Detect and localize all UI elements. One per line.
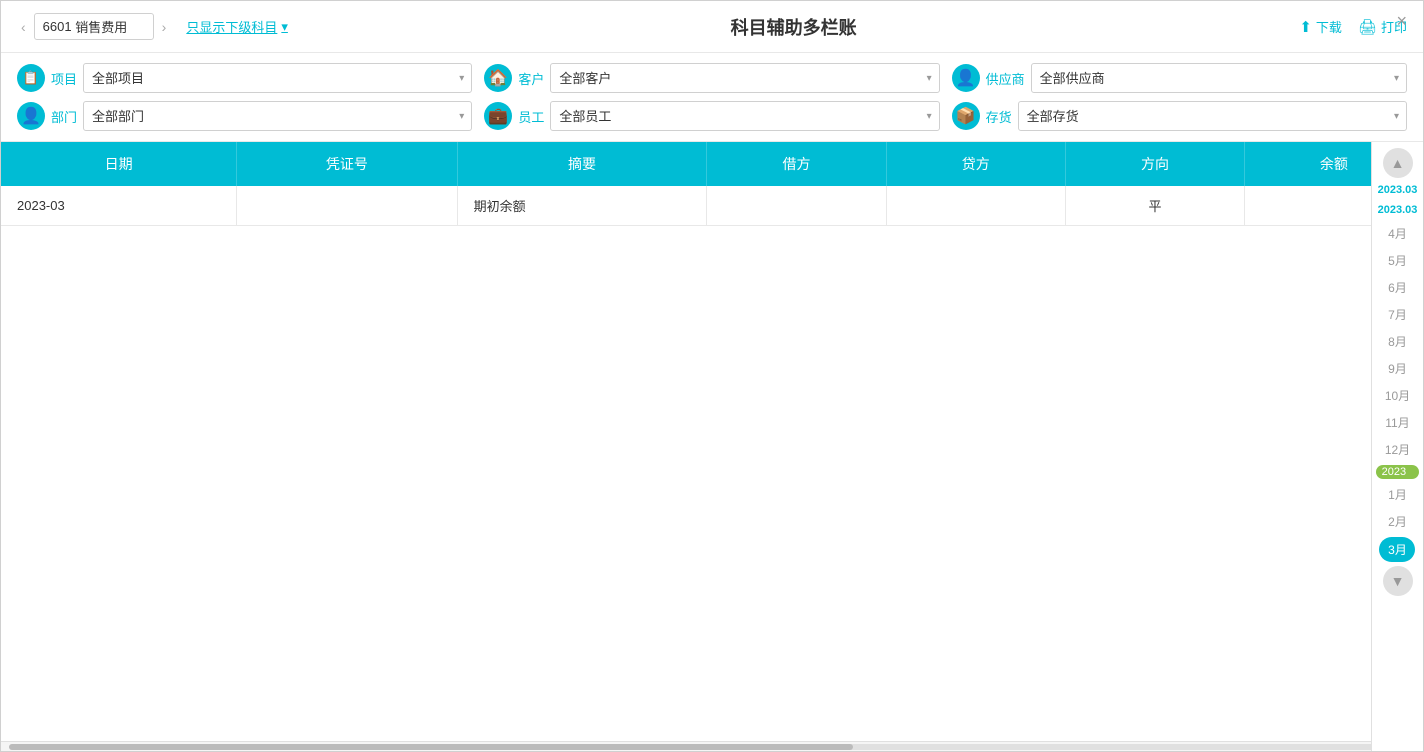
customer-label: 客户 <box>518 69 544 88</box>
download-label: 下载 <box>1316 17 1342 36</box>
project-icon: 📋 <box>17 64 45 92</box>
timeline-year-badge[interactable]: 2023 <box>1376 465 1420 479</box>
timeline-items-container: 2023.032023.034月5月6月7月8月9月10月11月12月20231… <box>1376 180 1420 564</box>
employee-icon: 💼 <box>484 102 512 130</box>
inventory-label: 存货 <box>986 107 1012 126</box>
cell-voucher <box>237 186 457 226</box>
page-title: 科目辅助多栏账 <box>288 14 1299 40</box>
inventory-icon: 📦 <box>952 102 980 130</box>
employee-label: 员工 <box>518 107 544 126</box>
project-select[interactable]: 全部项目 <box>83 63 472 93</box>
timeline-down-btn[interactable]: ▼ <box>1383 566 1413 596</box>
show-sub-label: 只显示下级科目 <box>186 17 277 36</box>
cell-credit <box>886 186 1065 226</box>
close-btn[interactable]: × <box>1396 11 1407 32</box>
col-summary: 摘要 <box>457 142 707 186</box>
timeline-item[interactable]: 6月 <box>1376 274 1420 301</box>
account-code-box: 6601 销售费用 <box>34 13 154 40</box>
cell-summary: 期初余额 <box>457 186 707 226</box>
ledger-table: 日期 凭证号 摘要 借方 贷方 方向 余额 2023-03 期初余额 平 <box>1 142 1423 226</box>
filter-department: 👤 部门 全部部门 ▾ <box>17 101 472 131</box>
timeline-item[interactable]: 9月 <box>1376 355 1420 382</box>
timeline-item[interactable]: 12月 <box>1376 436 1420 463</box>
table-header-row: 日期 凭证号 摘要 借方 贷方 方向 余额 <box>1 142 1423 186</box>
department-select-wrapper: 全部部门 ▾ <box>83 101 472 131</box>
col-credit: 贷方 <box>886 142 1065 186</box>
cell-date: 2023-03 <box>1 186 237 226</box>
supplier-icon: 👤 <box>952 64 980 92</box>
department-select[interactable]: 全部部门 <box>83 101 472 131</box>
timeline-item-selected[interactable]: 2023.03 <box>1376 180 1420 200</box>
filter-inventory: 📦 存货 全部存货 ▾ <box>952 101 1407 131</box>
customer-icon: 🏠 <box>484 64 512 92</box>
col-date: 日期 <box>1 142 237 186</box>
col-voucher: 凭证号 <box>237 142 457 186</box>
timeline-item-selected[interactable]: 2023.03 <box>1376 200 1420 220</box>
timeline-item[interactable]: 4月 <box>1376 220 1420 247</box>
title-bar: ‹ 6601 销售费用 › 只显示下级科目 ▾ 科目辅助多栏账 ⬆ 下载 🖨 打… <box>1 1 1423 53</box>
timeline-item[interactable]: 5月 <box>1376 247 1420 274</box>
main-window: ‹ 6601 销售费用 › 只显示下级科目 ▾ 科目辅助多栏账 ⬆ 下载 🖨 打… <box>0 0 1424 752</box>
employee-select-wrapper: 全部员工 ▾ <box>550 101 939 131</box>
col-debit: 借方 <box>707 142 886 186</box>
next-account-btn[interactable]: › <box>158 17 171 37</box>
timeline-item[interactable]: 7月 <box>1376 301 1420 328</box>
customer-select-wrapper: 全部客户 ▾ <box>550 63 939 93</box>
filter-employee: 💼 员工 全部员工 ▾ <box>484 101 939 131</box>
timeline-item[interactable]: 1月 <box>1376 481 1420 508</box>
supplier-select[interactable]: 全部供应商 <box>1031 63 1407 93</box>
timeline-item[interactable]: 11月 <box>1376 409 1420 436</box>
filter-supplier: 👤 供应商 全部供应商 ▾ <box>952 63 1407 93</box>
inventory-select[interactable]: 全部存货 <box>1018 101 1407 131</box>
cell-debit <box>707 186 886 226</box>
main-content: 日期 凭证号 摘要 借方 贷方 方向 余额 2023-03 期初余额 平 <box>1 142 1423 751</box>
timeline-up-btn[interactable]: ▲ <box>1383 148 1413 178</box>
table-container[interactable]: 日期 凭证号 摘要 借方 贷方 方向 余额 2023-03 期初余额 平 <box>1 142 1423 741</box>
customer-select[interactable]: 全部客户 <box>550 63 939 93</box>
project-select-wrapper: 全部项目 ▾ <box>83 63 472 93</box>
content-area: 日期 凭证号 摘要 借方 贷方 方向 余额 2023-03 期初余额 平 <box>1 142 1423 751</box>
col-direction: 方向 <box>1065 142 1244 186</box>
employee-select[interactable]: 全部员工 <box>550 101 939 131</box>
supplier-select-wrapper: 全部供应商 ▾ <box>1031 63 1407 93</box>
table-body: 2023-03 期初余额 平 <box>1 186 1423 226</box>
timeline-item[interactable]: 2月 <box>1376 508 1420 535</box>
timeline-panel: ▲ 2023.032023.034月5月6月7月8月9月10月11月12月202… <box>1371 142 1423 751</box>
timeline-item-active[interactable]: 3月 <box>1379 537 1415 562</box>
inventory-select-wrapper: 全部存货 ▾ <box>1018 101 1407 131</box>
supplier-label: 供应商 <box>986 69 1025 88</box>
up-arrow-icon: ▲ <box>1391 155 1405 171</box>
print-icon: 🖨 <box>1358 18 1377 36</box>
department-icon: 👤 <box>17 102 45 130</box>
download-btn[interactable]: ⬆ 下载 <box>1299 17 1342 36</box>
table-row: 2023-03 期初余额 平 <box>1 186 1423 226</box>
cell-direction: 平 <box>1065 186 1244 226</box>
download-icon: ⬆ <box>1299 18 1312 36</box>
filter-customer: 🏠 客户 全部客户 ▾ <box>484 63 939 93</box>
filter-row-2: 👤 部门 全部部门 ▾ 💼 员工 全部员工 ▾ <box>17 101 1407 131</box>
prev-account-btn[interactable]: ‹ <box>17 17 30 37</box>
department-label: 部门 <box>51 107 77 126</box>
filter-row-1: 📋 项目 全部项目 ▾ 🏠 客户 全部客户 ▾ <box>17 63 1407 93</box>
timeline-item[interactable]: 10月 <box>1376 382 1420 409</box>
scrollbar-thumb <box>9 744 853 750</box>
down-arrow-icon: ▼ <box>1391 573 1405 589</box>
project-label: 项目 <box>51 69 77 88</box>
bottom-scrollbar[interactable] <box>1 741 1423 751</box>
show-sub-btn[interactable]: 只显示下级科目 ▾ <box>186 17 288 36</box>
timeline-item[interactable]: 8月 <box>1376 328 1420 355</box>
filter-project: 📋 项目 全部项目 ▾ <box>17 63 472 93</box>
account-code: 6601 <box>43 19 72 34</box>
filter-bar: 📋 项目 全部项目 ▾ 🏠 客户 全部客户 ▾ <box>1 53 1423 142</box>
scrollbar-track <box>9 744 1415 750</box>
toolbar-right: ⬆ 下载 🖨 打印 <box>1299 17 1407 36</box>
account-name: 销售费用 <box>75 17 127 36</box>
